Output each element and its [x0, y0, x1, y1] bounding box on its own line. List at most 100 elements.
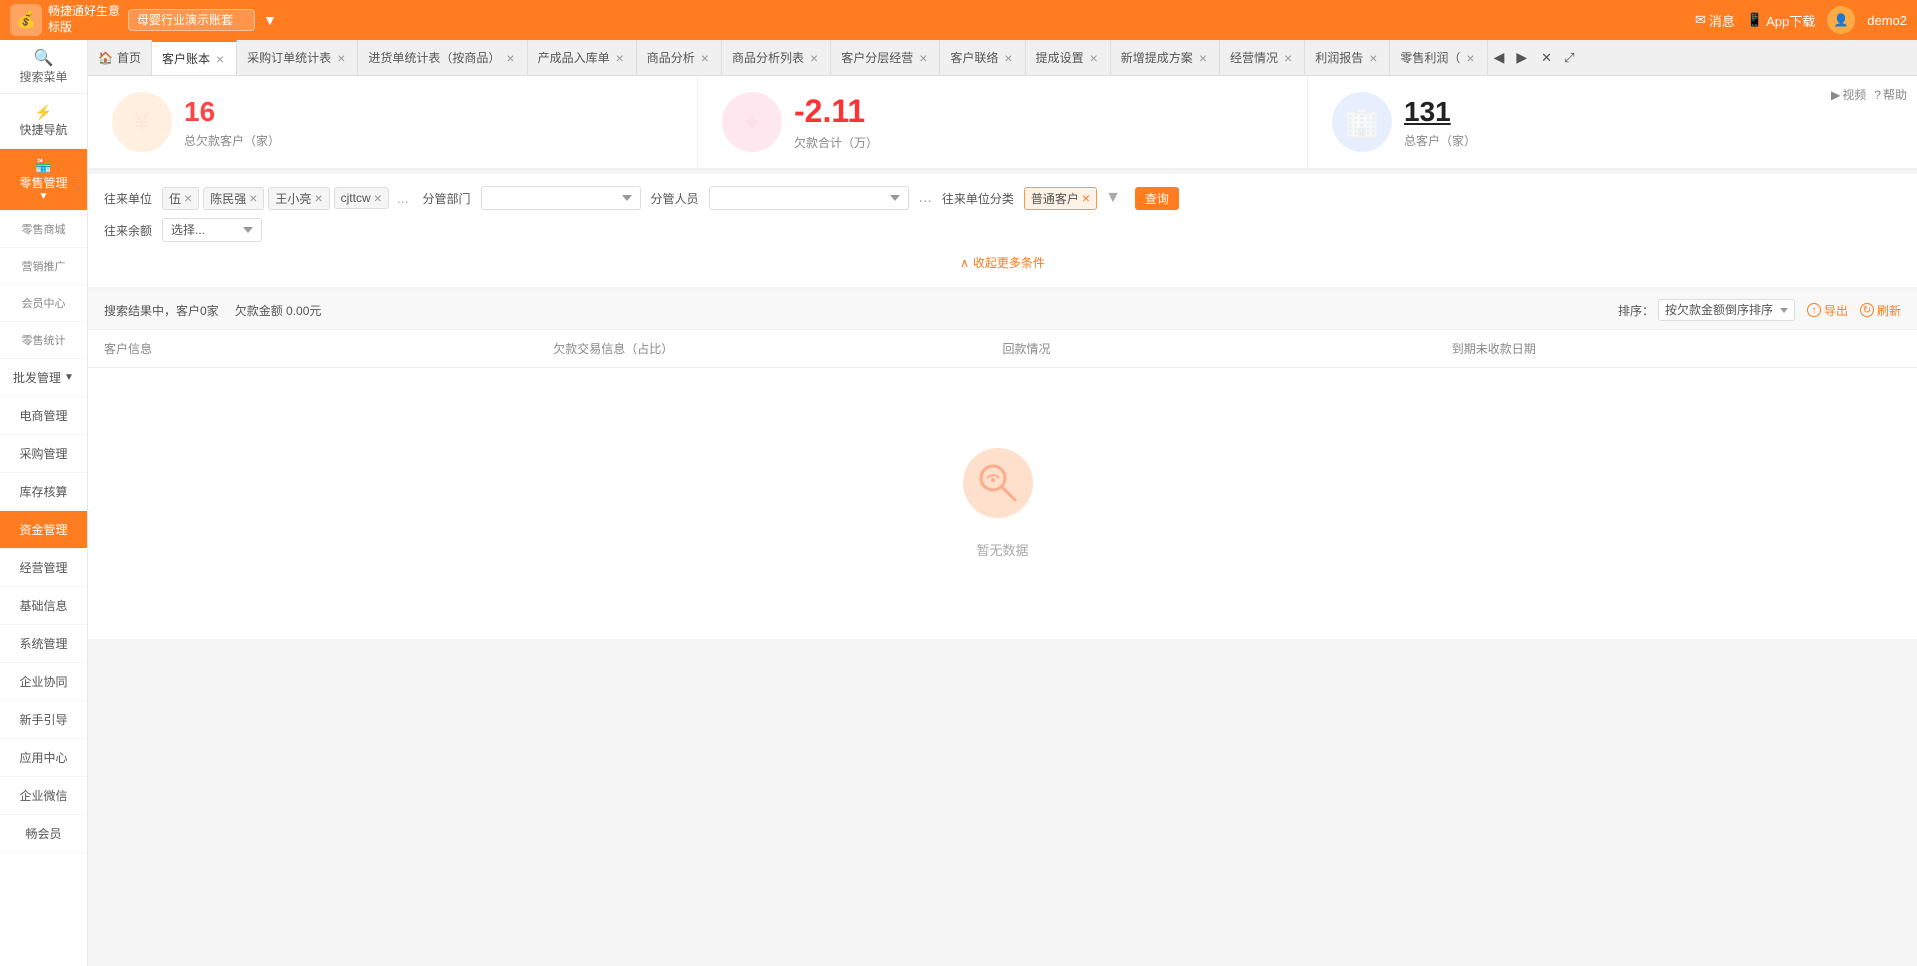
tab-close-purchase[interactable]: ×	[335, 51, 347, 65]
remove-tag-chen[interactable]: ×	[249, 190, 257, 206]
tab-close-goods-list[interactable]: ×	[808, 51, 820, 65]
tab-close-goods-stats[interactable]: ×	[504, 51, 516, 65]
video-btn[interactable]: ▶ 视频	[1831, 86, 1866, 103]
tab-goods-analysis-list[interactable]: 商品分析列表 ×	[722, 40, 831, 76]
stat-icon-customers: ¥	[112, 92, 172, 152]
help-btn[interactable]: ? 帮助	[1874, 86, 1907, 103]
refresh-btn[interactable]: ↻ 刷新	[1860, 302, 1901, 319]
remove-tag-wang[interactable]: ×	[314, 190, 322, 206]
tab-close-operation[interactable]: ×	[1282, 51, 1294, 65]
sidebar-item-system[interactable]: 系统管理	[0, 625, 87, 663]
remove-tag-wu[interactable]: ×	[184, 190, 192, 206]
tab-purchase-stats[interactable]: 采购订单统计表 ×	[237, 40, 358, 76]
video-icon: ▶	[1831, 88, 1840, 102]
sidebar-item-retail-shop[interactable]: 零售商城	[0, 211, 87, 248]
tab-close-retail-profit[interactable]: ×	[1464, 51, 1476, 65]
sort-select[interactable]: 按欠款金额倒序排序	[1658, 299, 1795, 321]
messages-btn[interactable]: ✉ 消息	[1695, 11, 1735, 30]
collapse-btn[interactable]: ∧ 收起更多条件	[104, 250, 1901, 275]
export-btn[interactable]: ↑ 导出	[1807, 302, 1848, 319]
category-dropdown[interactable]: ▼	[1101, 189, 1125, 207]
top-bar-left: 💰 畅捷通好生意 标版 母婴行业演示账套 ▼	[10, 4, 277, 36]
remove-category-tag[interactable]: ×	[1082, 190, 1090, 206]
tab-close-profit[interactable]: ×	[1367, 51, 1379, 65]
tab-close-customer-contact[interactable]: ×	[1002, 51, 1014, 65]
tab-operation[interactable]: 经营情况 ×	[1220, 40, 1305, 76]
sidebar-item-purchase[interactable]: 采购管理	[0, 435, 87, 473]
total-customers2-value: 131	[1404, 96, 1476, 128]
tab-retail-profit[interactable]: 零售利润（ ×	[1390, 40, 1487, 76]
sidebar-item-retail[interactable]: 🏪 零售管理 ▼	[0, 149, 87, 211]
sidebar-item-basic[interactable]: 基础信息	[0, 587, 87, 625]
sidebar-item-inventory[interactable]: 库存核算	[0, 473, 87, 511]
filter-tags: 伍 × 陈民强 × 王小亮 ×	[162, 187, 412, 210]
debt-total-value: -2.11	[794, 93, 878, 130]
stat-icon-customers2: 🏢	[1332, 92, 1392, 152]
dept-select[interactable]	[481, 186, 641, 210]
results-actions: 排序： 按欠款金额倒序排序 ↑ 导出 ↻ 刷新	[1618, 299, 1901, 321]
tab-close-all-btn[interactable]: ✕	[1533, 50, 1560, 66]
message-icon: ✉	[1695, 12, 1706, 28]
filter-area: 往来单位 伍 × 陈民强 × 王小亮	[88, 174, 1917, 287]
logo-area: 💰 畅捷通好生意 标版	[10, 4, 120, 36]
tab-maximize-btn[interactable]: ⤢	[1560, 50, 1578, 66]
tab-close-goods-analysis[interactable]: ×	[699, 51, 711, 65]
download-btn[interactable]: 📱 App下载	[1747, 11, 1815, 30]
sidebar-item-search[interactable]: 🔍 搜索菜单	[0, 40, 87, 94]
staff-select[interactable]	[709, 186, 909, 210]
stat-text-customers: 16 总欠款客户（家）	[184, 96, 280, 149]
sidebar-item-nav[interactable]: ⚡ 快捷导航	[0, 94, 87, 149]
logo-text: 畅捷通好生意 标版	[48, 4, 120, 35]
sidebar-item-ecommerce[interactable]: 电商管理	[0, 397, 87, 435]
tab-product-stock[interactable]: 产成品入库单 ×	[528, 40, 637, 76]
query-button[interactable]: 查询	[1135, 187, 1179, 210]
staff-dots[interactable]: ...	[919, 189, 932, 207]
sidebar: 🔍 搜索菜单 ⚡ 快捷导航 🏪 零售管理 ▼ 零售商城 营销推广 会员中心	[0, 40, 88, 966]
sidebar-item-member[interactable]: 会员中心	[0, 285, 87, 322]
total-customers-label: 总欠款客户（家）	[184, 132, 280, 149]
tab-account-book[interactable]: 客户账本 ×	[152, 40, 237, 76]
sidebar-item-retail-stats[interactable]: 零售统计	[0, 322, 87, 359]
stat-text-customers2: 131 总客户（家）	[1404, 96, 1476, 149]
sidebar-item-collab[interactable]: 企业协同	[0, 663, 87, 701]
user-avatar[interactable]: 👤	[1827, 6, 1855, 34]
username-label[interactable]: demo2	[1867, 13, 1907, 28]
tab-close-account-book[interactable]: ×	[214, 52, 226, 66]
search-result-text: 搜索结果中，客户0家	[104, 302, 219, 319]
filter-row-2: 往来余额 选择...	[104, 218, 1901, 242]
main-layout: 🔍 搜索菜单 ⚡ 快捷导航 🏪 零售管理 ▼ 零售商城 营销推广 会员中心	[0, 40, 1917, 966]
sidebar-item-wechat[interactable]: 企业微信	[0, 777, 87, 815]
filter-row-1: 往来单位 伍 × 陈民强 × 王小亮	[104, 186, 1901, 210]
sidebar-item-apps[interactable]: 应用中心	[0, 739, 87, 777]
sidebar-item-guide[interactable]: 新手引导	[0, 701, 87, 739]
account-selector[interactable]: 母婴行业演示账套	[128, 9, 255, 31]
tab-goods-analysis[interactable]: 商品分析 ×	[637, 40, 722, 76]
tab-commission-setting[interactable]: 提成设置 ×	[1026, 40, 1111, 76]
sidebar-item-wholesale[interactable]: 批发管理 ▼	[0, 359, 87, 397]
more-tags-btn[interactable]: ...	[393, 188, 413, 208]
tab-goods-stats[interactable]: 进货单统计表（按商品） ×	[358, 40, 527, 76]
tab-close-commission[interactable]: ×	[1088, 51, 1100, 65]
help-icon: ?	[1874, 88, 1881, 102]
tab-home[interactable]: 🏠 首页	[88, 40, 152, 76]
wholesale-arrow: ▼	[64, 372, 74, 383]
debt-amount-text: 欠款金额 0.00元	[235, 302, 322, 319]
tab-profit-report[interactable]: 利润报告 ×	[1305, 40, 1390, 76]
tab-add-commission[interactable]: 新增提成方案 ×	[1111, 40, 1220, 76]
tab-close-customer-layer[interactable]: ×	[917, 51, 929, 65]
remove-tag-cjttcw[interactable]: ×	[374, 190, 382, 206]
sidebar-item-operation[interactable]: 经营管理	[0, 549, 87, 587]
tab-close-product-stock[interactable]: ×	[614, 51, 626, 65]
sidebar-item-member2[interactable]: 畅会员	[0, 815, 87, 853]
tab-next-btn[interactable]: ▶	[1510, 49, 1533, 66]
tab-customer-layer[interactable]: 客户分层经营 ×	[831, 40, 940, 76]
tab-prev-btn[interactable]: ◀	[1488, 49, 1511, 66]
tab-close-add-commission[interactable]: ×	[1197, 51, 1209, 65]
tab-customer-contact[interactable]: 客户联络 ×	[940, 40, 1025, 76]
balance-select[interactable]: 选择...	[162, 218, 262, 242]
sidebar-item-finance[interactable]: 资金管理	[0, 511, 87, 549]
th-date: 到期未收款日期	[1452, 340, 1901, 357]
empty-state: 暂无数据	[88, 368, 1917, 639]
filter-tag-chen: 陈民强 ×	[203, 187, 264, 210]
sidebar-item-marketing[interactable]: 营销推广	[0, 248, 87, 285]
